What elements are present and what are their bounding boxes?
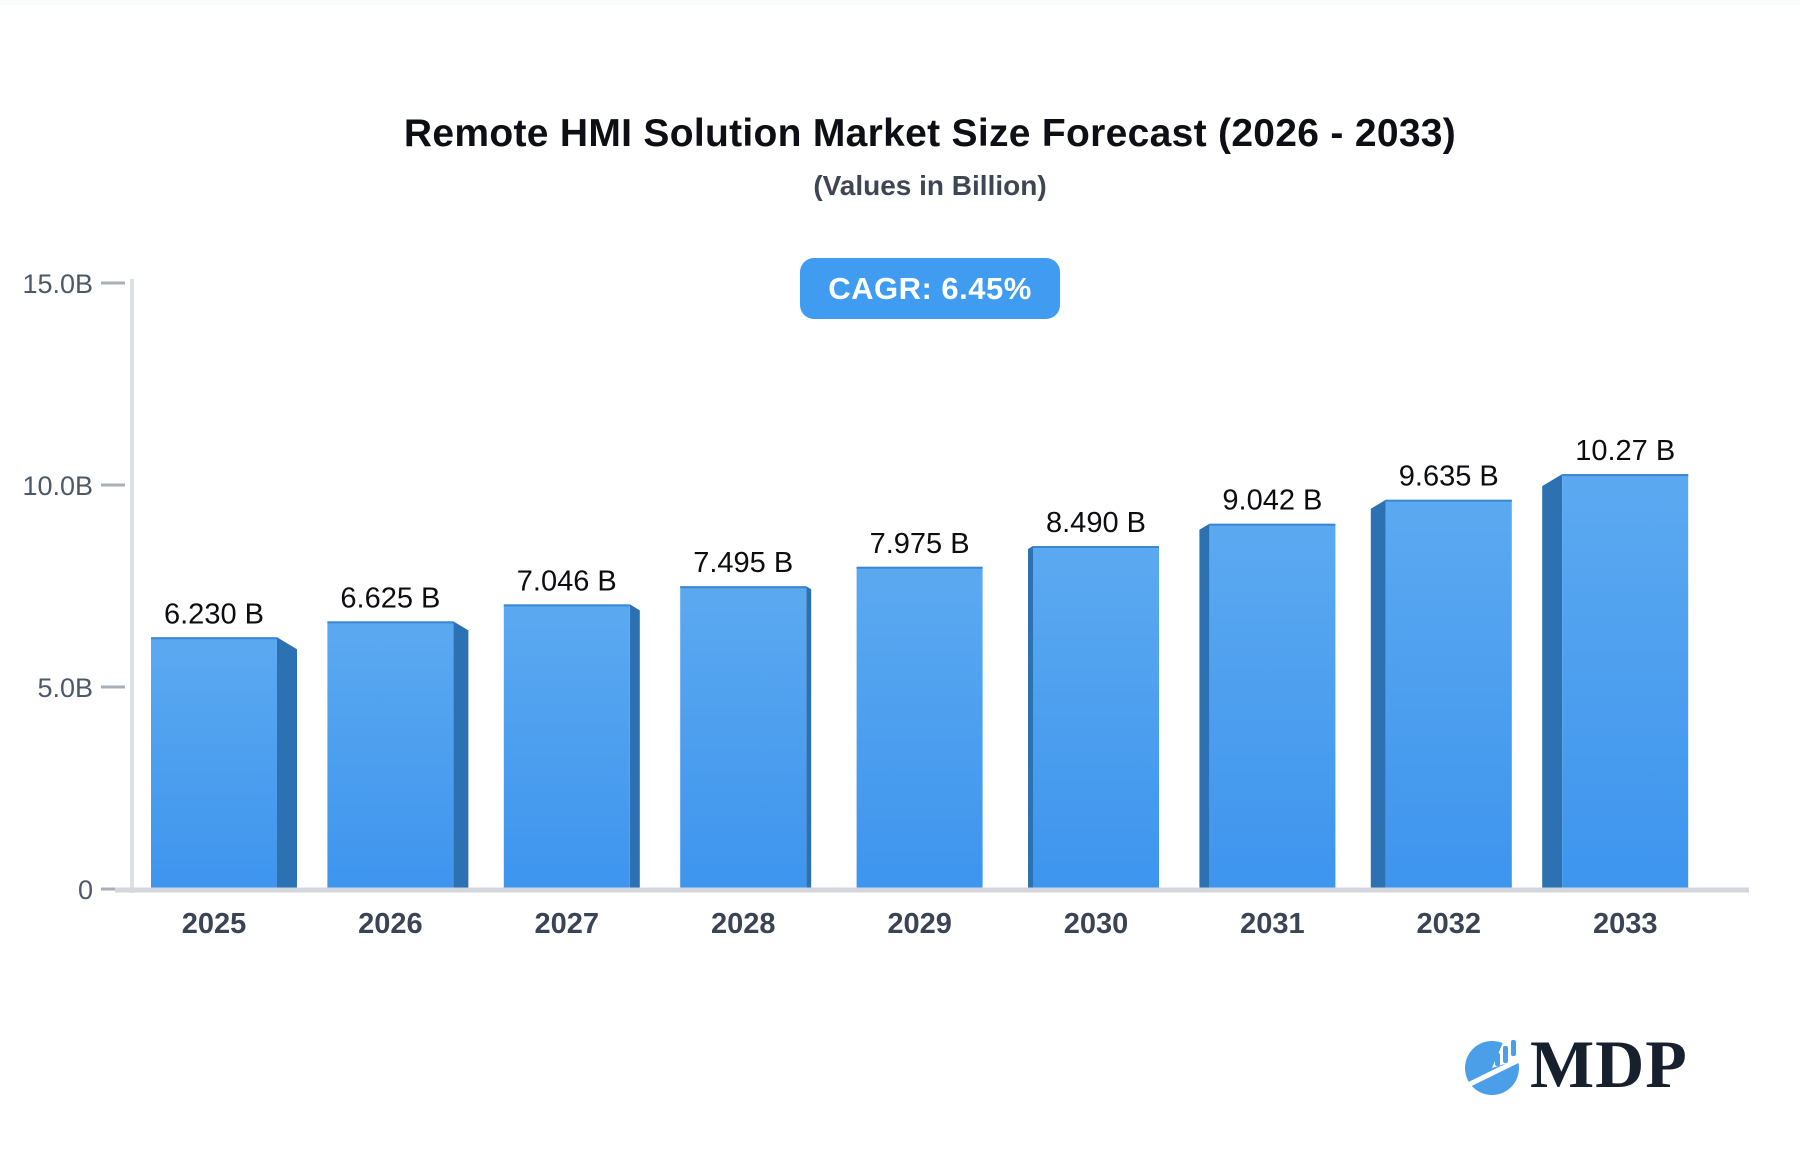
- x-category-label: 2029: [887, 908, 952, 940]
- bar-side-face: [1370, 499, 1386, 889]
- x-category-label: 2030: [1064, 908, 1129, 940]
- bar-2026: 6.625 B: [327, 582, 469, 889]
- logo-text: MDP: [1530, 1026, 1688, 1102]
- bar-value-label: 7.975 B: [870, 528, 970, 560]
- bar-2029: 7.975 B: [856, 528, 983, 889]
- bar-side-face: [629, 604, 640, 889]
- x-category-label: 2033: [1593, 908, 1658, 940]
- bar-side-face: [1028, 546, 1033, 889]
- bar-front-face: [151, 637, 277, 889]
- y-tick-label: 5.0B: [37, 673, 93, 703]
- bar-value-label: 9.042 B: [1222, 485, 1322, 517]
- bar-side-face: [277, 637, 297, 889]
- bar-2028: 7.495 B: [680, 547, 812, 889]
- bar-2025: 6.230 B: [151, 598, 297, 889]
- bar-front-face: [856, 566, 983, 889]
- bar-2031: 9.042 B: [1199, 485, 1336, 889]
- bar-2027: 7.046 B: [503, 565, 640, 889]
- bar-side-face: [453, 621, 469, 889]
- bar-value-label: 9.635 B: [1399, 461, 1499, 493]
- x-category-label: 2027: [535, 908, 600, 940]
- x-category-label: 2028: [711, 908, 776, 940]
- x-category-label: 2032: [1417, 908, 1482, 940]
- pie-bar-chart-logo-icon: [1465, 1033, 1526, 1095]
- bar-value-label: 10.27 B: [1575, 435, 1675, 467]
- bar-side-face: [806, 586, 812, 889]
- bar-front-face: [503, 604, 630, 889]
- market-forecast-infographic: Remote HMI Solution Market Size Forecast…: [0, 0, 1800, 1156]
- bar-front-face: [327, 621, 454, 889]
- y-tick-label: 10.0B: [22, 471, 93, 501]
- bar-side-face: [1542, 474, 1563, 889]
- bar-value-label: 6.625 B: [340, 582, 440, 614]
- x-category-label: 2026: [358, 908, 423, 940]
- y-tick-label: 0: [78, 875, 93, 905]
- bar-front-face: [1033, 546, 1159, 889]
- bar-value-label: 6.230 B: [164, 598, 264, 630]
- bar-chart: 0 5.0B 10.0B 15.0B 6.230 B 6.625 B 7.046 B 7.49…: [22, 269, 1749, 940]
- bar-value-label: 7.046 B: [517, 565, 617, 597]
- y-tick-label: 15.0B: [22, 269, 93, 299]
- x-category-label: 2025: [182, 908, 247, 940]
- bar-value-label: 8.490 B: [1046, 507, 1146, 539]
- bar-2033: 10.27 B: [1542, 435, 1689, 889]
- x-category-label: 2031: [1240, 908, 1305, 940]
- bar-front-face: [680, 586, 807, 889]
- mdp-logo: MDP: [1462, 1030, 1688, 1098]
- bar-value-label: 7.495 B: [693, 547, 793, 579]
- bar-front-face: [1562, 474, 1689, 889]
- bar-2032: 9.635 B: [1370, 461, 1512, 889]
- bar-front-face: [1209, 523, 1336, 889]
- bar-side-face: [1199, 523, 1210, 889]
- bar-2030: 8.490 B: [1028, 507, 1159, 889]
- bar-front-face: [1385, 499, 1512, 889]
